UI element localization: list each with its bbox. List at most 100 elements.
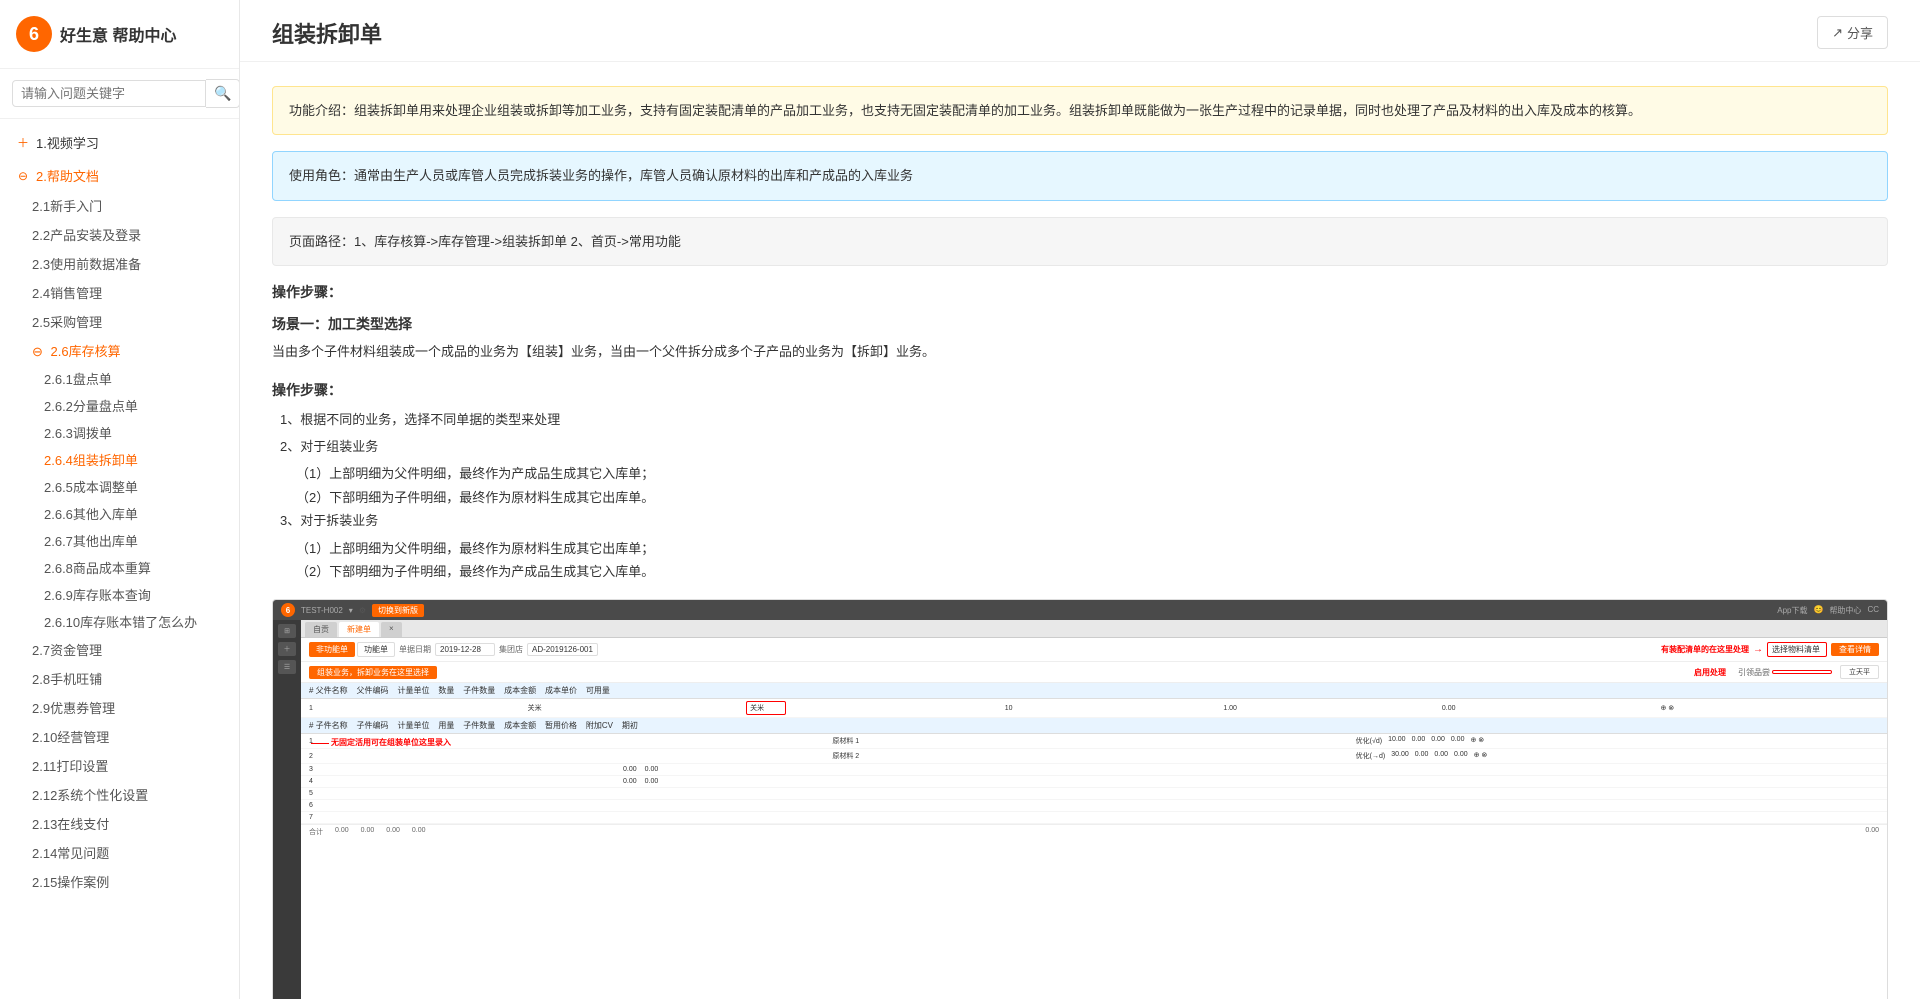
sidebar-item-cost-adjust[interactable]: 2.6.5成本调整单 <box>0 473 239 500</box>
sidebar-item-coupon[interactable]: 2.9优惠券管理 <box>0 693 239 722</box>
minus-icon: ⊖ <box>16 169 30 183</box>
mock-t2r3: 30.000.00 <box>301 764 1887 776</box>
mock-field-input[interactable] <box>1772 670 1832 674</box>
mock-company: TEST-H002 <box>301 606 343 615</box>
mock-sub-form-area: 组装业务，拆卸业务在这里选择 启用处理 引领品尝 立天平 <box>301 662 1887 683</box>
sidebar-item-other-in[interactable]: 2.6.6其他入库单 <box>0 500 239 527</box>
mock-date-label: 单据日期 <box>399 644 431 655</box>
mock-t2r2-no: 2 <box>309 753 832 760</box>
mock-arrow-left <box>311 743 329 744</box>
sidebar: 6 好生意 帮助中心 🔍 ＋ 1.视频学习 ⊖ 2.帮助文档 2.1新手入门 2… <box>0 0 240 999</box>
mock-sidebar-icon-new[interactable]: ＋ <box>278 642 296 656</box>
screenshot-container: 6 TEST-H002 ▾ ⚙ 切换到新版 App下载 😊 帮助中心 CC <box>272 599 1888 999</box>
page-title: 组装拆卸单 <box>272 17 382 49</box>
sidebar-item-mobile[interactable]: 2.8手机旺铺 <box>0 664 239 693</box>
steps-label: 操作步骤： <box>272 380 1888 400</box>
mock-tabs: 自贡 新建单 × <box>301 620 1887 638</box>
mock-t2r1-values: 优化(√d) 10.00 0.00 0.00 0.00 ⊕ ⊗ <box>1356 736 1879 746</box>
mock-action-btn[interactable]: 查看详情 <box>1831 643 1879 656</box>
sidebar-logo: 6 好生意 帮助中心 <box>0 0 239 69</box>
sidebar-item-ledger-query[interactable]: 2.6.9库存账本查询 <box>0 581 239 608</box>
mock-assembly-btn[interactable]: 组装业务，拆卸业务在这里选择 <box>309 666 437 679</box>
sidebar-item-data-prep[interactable]: 2.3使用前数据准备 <box>0 249 239 278</box>
mock-help-icon: 😊 <box>1813 605 1823 616</box>
mock-t2r4: 40.000.00 <box>301 776 1887 788</box>
sidebar-item-ledger-fix[interactable]: 2.6.10库存账本错了怎么办 <box>0 608 239 635</box>
mock-table1-row1: 1 关米 关米 10 1.00 0.00 ⊕ ⊗ <box>301 699 1887 718</box>
main-header: 组装拆卸单 ↗ 分享 <box>240 0 1920 62</box>
mock-t2r5: 5 <box>301 788 1887 800</box>
mock-save-btn[interactable]: 立天平 <box>1840 665 1879 679</box>
mock-t1r1-input[interactable]: 关米 <box>746 701 786 715</box>
mock-content-area: ⊞ ＋ ☰ 自贡 新建单 × <box>273 620 1887 999</box>
sidebar-item-inventory[interactable]: ⊖ 2.6库存核算 <box>0 336 239 365</box>
sidebar-item-payment[interactable]: 2.13在线支付 <box>0 809 239 838</box>
step3-sub1: （1）上部明细为父件明细，最终作为原材料生成其它出库单； <box>296 537 1888 560</box>
mock-annotation-right: 有装配清单的在这里处理 <box>1661 644 1749 655</box>
mock-t2r1: 1 原材料 1 优化(√d) 10.00 0.00 0.00 0.00 ⊕ ⊗ <box>301 734 1887 749</box>
intro-box: 功能介绍：组装拆卸单用来处理企业组装或拆卸等加工业务，支持有固定装配清单的产品加… <box>272 86 1888 135</box>
mock-avatar: CC <box>1867 605 1879 616</box>
sidebar-item-faq[interactable]: 2.14常见问题 <box>0 838 239 867</box>
mock-t2r2-name: 原材料 2 <box>832 751 1355 761</box>
step1: 1、根据不同的业务，选择不同单据的类型来处理 <box>280 408 1888 431</box>
sidebar-item-ops[interactable]: 2.10经营管理 <box>0 722 239 751</box>
step2-sub1: （1）上部明细为父件明细，最终作为产成品生成其它入库单； <box>296 462 1888 485</box>
mock-no-input[interactable]: AD-2019126-001 <box>527 643 598 656</box>
search-button[interactable]: 🔍 <box>206 79 240 108</box>
sidebar-item-install[interactable]: 2.2产品安装及登录 <box>0 220 239 249</box>
logo-icon: 6 <box>16 16 52 52</box>
mock-bom-input[interactable]: 选择物料清单 <box>1767 642 1827 657</box>
mock-service-icon: 帮助中心 <box>1829 605 1861 616</box>
mock-t1r1-actions: ⊕ ⊗ <box>1660 704 1879 712</box>
plus-icon: ＋ <box>16 136 30 150</box>
sidebar-item-purchase[interactable]: 2.5采购管理 <box>0 307 239 336</box>
mock-topbar-icon: ⚙ <box>359 606 366 615</box>
mock-annotation-right2: 启用处理 <box>1694 667 1726 678</box>
mock-no-label: 集团店 <box>499 644 523 655</box>
mock-sidebar-icon-home[interactable]: ⊞ <box>278 624 296 638</box>
mock-t1r1-no: 1 <box>309 705 528 712</box>
sidebar-item-sales[interactable]: 2.4销售管理 <box>0 278 239 307</box>
mock-sidebar-icon-list[interactable]: ☰ <box>278 660 296 674</box>
brand-name: 好生意 帮助中心 <box>60 22 176 46</box>
sidebar-item-print[interactable]: 2.11打印设置 <box>0 751 239 780</box>
step2-sub2: （2）下部明细为子件明细，最终作为原材料生成其它出库单。 <box>296 486 1888 509</box>
mock-footer-val4: 0.00 <box>412 827 426 837</box>
share-button[interactable]: ↗ 分享 <box>1817 16 1888 49</box>
mock-type-btn-disassembly[interactable]: 功能单 <box>357 642 395 657</box>
mock-version-btn[interactable]: 切换到新版 <box>372 604 424 617</box>
mock-right-panel-form: 引领品尝 <box>1738 667 1832 678</box>
sidebar-item-finance[interactable]: 2.7资金管理 <box>0 635 239 664</box>
sidebar-item-assembly[interactable]: 2.6.4组装拆卸单 <box>0 446 239 473</box>
minus-icon-2: ⊖ <box>32 344 43 359</box>
sidebar-item-stocktake[interactable]: 2.6.1盘点单 <box>0 365 239 392</box>
mock-type-btn-assembly[interactable]: 非功能单 <box>309 642 355 657</box>
sidebar-item-cost-recalc[interactable]: 2.6.8商品成本重算 <box>0 554 239 581</box>
mock-dropdown-icon: ▾ <box>349 606 353 615</box>
search-input[interactable] <box>12 80 206 107</box>
main-body: 功能介绍：组装拆卸单用来处理企业组装或拆卸等加工业务，支持有固定装配清单的产品加… <box>240 62 1920 999</box>
mock-tab-new[interactable]: 新建单 <box>339 622 379 637</box>
step3: 3、对于拆装业务 <box>280 509 1888 532</box>
sidebar-item-video-learning[interactable]: ＋ 1.视频学习 <box>0 127 239 158</box>
mock-footer-val2: 0.00 <box>361 827 375 837</box>
sidebar-item-other-out[interactable]: 2.6.7其他出库单 <box>0 527 239 554</box>
sidebar-item-beginner[interactable]: 2.1新手入门 <box>0 191 239 220</box>
mock-t2r2: 2 原材料 2 优化(→d) 30.00 0.00 0.00 0.00 ⊕ ⊗ <box>301 749 1887 764</box>
mock-tab-home[interactable]: 自贡 <box>305 622 337 637</box>
mock-table2-annotation-area: # 子件名称 子件编码 计量单位 用量 子件数量 成本金额 暂用价格 附加CV … <box>301 718 1887 734</box>
sidebar-item-system[interactable]: 2.12系统个性化设置 <box>0 780 239 809</box>
sidebar-item-transfer[interactable]: 2.6.3调拨单 <box>0 419 239 446</box>
mock-main-panel: 自贡 新建单 × 非功能单 功能单 单据日期 <box>301 620 1887 999</box>
mock-date-input[interactable]: 2019-12-28 <box>435 643 495 656</box>
mock-table2-title: # 子件名称 子件编码 计量单位 用量 子件数量 成本金额 暂用价格 附加CV … <box>309 721 638 730</box>
scenario1-title: 场景一：加工类型选择 <box>272 314 1888 334</box>
mock-t2r6: 6 <box>301 800 1887 812</box>
sidebar-item-partial-stocktake[interactable]: 2.6.2分量盘点单 <box>0 392 239 419</box>
mock-app-icon: App下载 <box>1777 605 1807 616</box>
sidebar-item-cases[interactable]: 2.15操作案例 <box>0 867 239 896</box>
mock-field-label: 引领品尝 <box>1738 667 1770 678</box>
sidebar-item-help-docs[interactable]: ⊖ 2.帮助文档 <box>0 160 239 191</box>
mock-tab-close[interactable]: × <box>381 622 402 637</box>
